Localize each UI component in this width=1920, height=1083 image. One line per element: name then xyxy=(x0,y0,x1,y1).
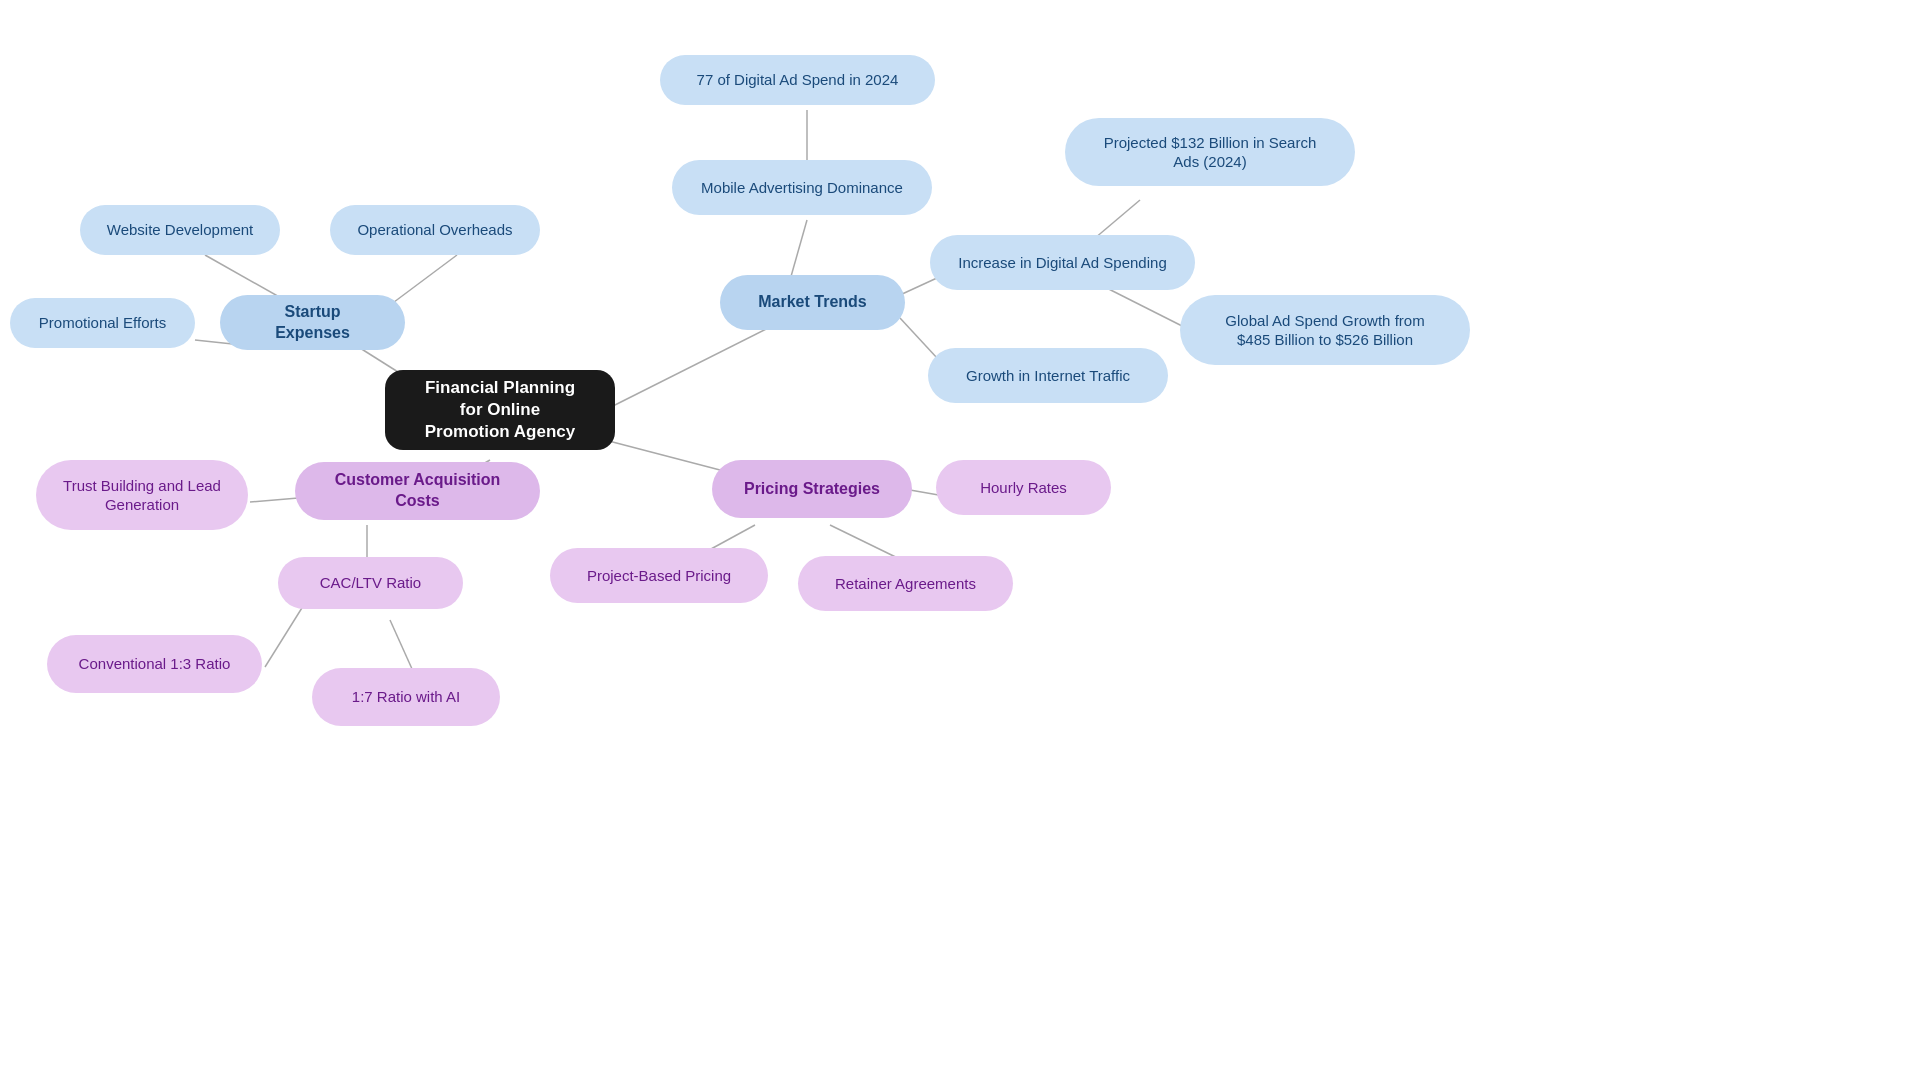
hourly-rates-label: Hourly Rates xyxy=(980,478,1067,498)
operational-overheads-node: Operational Overheads xyxy=(330,205,540,255)
website-development-node: Website Development xyxy=(80,205,280,255)
promotional-efforts-node: Promotional Efforts xyxy=(10,298,195,348)
ratio-ai-label: 1:7 Ratio with AI xyxy=(352,687,460,707)
global-ad-spend-label: Global Ad Spend Growth from $485 Billion… xyxy=(1225,311,1424,350)
customer-acquisition-node: Customer Acquisition Costs xyxy=(295,462,540,520)
mobile-advertising-label: Mobile Advertising Dominance xyxy=(701,178,903,198)
retainer-agreements-node: Retainer Agreements xyxy=(798,556,1013,611)
digital-ad-77-label: 77 of Digital Ad Spend in 2024 xyxy=(697,70,899,90)
internet-traffic-node: Growth in Internet Traffic xyxy=(928,348,1168,403)
customer-acquisition-label: Customer Acquisition Costs xyxy=(321,470,514,512)
mobile-advertising-node: Mobile Advertising Dominance xyxy=(672,160,932,215)
projected-132-node: Projected $132 Billion in Search Ads (20… xyxy=(1065,118,1355,186)
project-based-node: Project-Based Pricing xyxy=(550,548,768,603)
cac-ltv-node: CAC/LTV Ratio xyxy=(278,557,463,609)
startup-expenses-label: Startup Expenses xyxy=(246,302,379,344)
global-ad-spend-node: Global Ad Spend Growth from $485 Billion… xyxy=(1180,295,1470,365)
pricing-strategies-label: Pricing Strategies xyxy=(744,479,880,500)
svg-line-16 xyxy=(605,440,720,470)
project-based-label: Project-Based Pricing xyxy=(587,566,731,586)
ratio-ai-node: 1:7 Ratio with AI xyxy=(312,668,500,726)
retainer-agreements-label: Retainer Agreements xyxy=(835,574,976,594)
trust-building-label: Trust Building and Lead Generation xyxy=(63,476,221,515)
conventional-ratio-node: Conventional 1:3 Ratio xyxy=(47,635,262,693)
operational-overheads-label: Operational Overheads xyxy=(357,220,512,240)
cac-ltv-label: CAC/LTV Ratio xyxy=(320,573,421,593)
market-trends-node: Market Trends xyxy=(720,275,905,330)
svg-line-5 xyxy=(790,220,807,280)
hourly-rates-node: Hourly Rates xyxy=(936,460,1111,515)
increase-digital-ad-label: Increase in Digital Ad Spending xyxy=(958,253,1166,273)
projected-132-label: Projected $132 Billion in Search Ads (20… xyxy=(1104,133,1317,172)
website-development-label: Website Development xyxy=(107,220,253,240)
digital-ad-77-node: 77 of Digital Ad Spend in 2024 xyxy=(660,55,935,105)
increase-digital-ad-node: Increase in Digital Ad Spending xyxy=(930,235,1195,290)
promotional-efforts-label: Promotional Efforts xyxy=(39,313,166,333)
conventional-ratio-label: Conventional 1:3 Ratio xyxy=(79,654,231,674)
pricing-strategies-node: Pricing Strategies xyxy=(712,460,912,518)
startup-expenses-node: Startup Expenses xyxy=(220,295,405,350)
trust-building-node: Trust Building and Lead Generation xyxy=(36,460,248,530)
center-label: Financial Planning for Online Promotion … xyxy=(413,377,587,443)
market-trends-label: Market Trends xyxy=(758,292,866,313)
internet-traffic-label: Growth in Internet Traffic xyxy=(966,366,1130,386)
center-node: Financial Planning for Online Promotion … xyxy=(385,370,615,450)
